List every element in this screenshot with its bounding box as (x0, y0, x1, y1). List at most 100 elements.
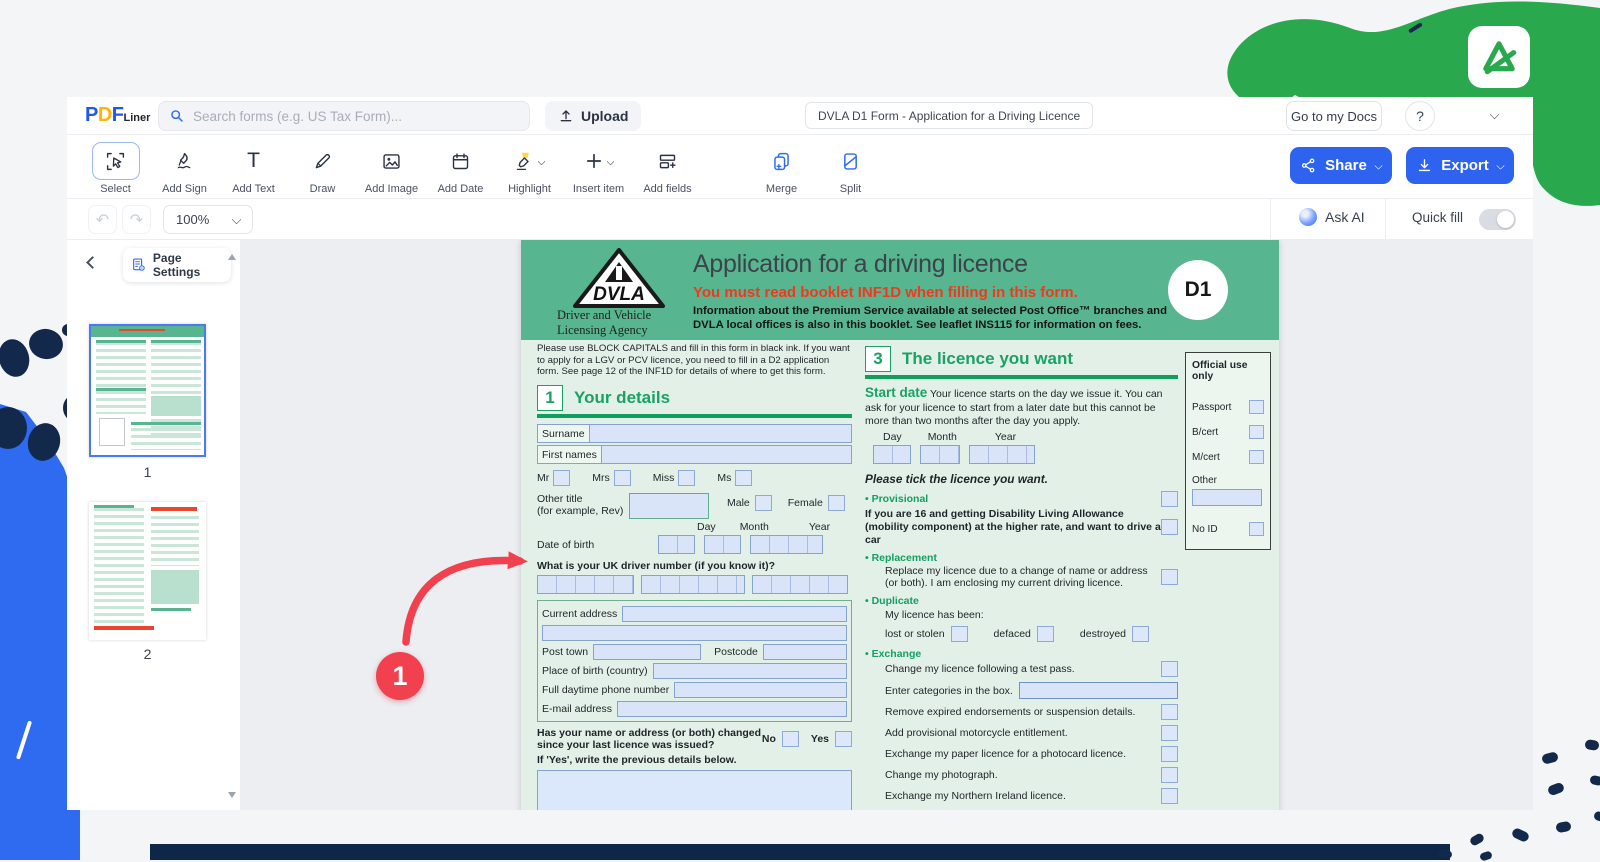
replacement-checkbox[interactable] (1161, 569, 1178, 586)
first-names-input[interactable] (602, 446, 851, 463)
share-button[interactable]: Share (1290, 147, 1392, 184)
place-of-birth-label: Place of birth (country) (542, 665, 648, 678)
exchange-paper-checkbox[interactable] (1161, 746, 1178, 763)
ask-ai-button[interactable]: Ask AI (1299, 208, 1365, 226)
postcode-input[interactable] (762, 644, 847, 661)
start-day-input[interactable] (873, 445, 911, 465)
exchange-test-pass-checkbox[interactable] (1161, 661, 1178, 678)
document-canvas: DVLA Driver and Vehicle Licensing Agency… (240, 240, 1533, 810)
email-input[interactable] (617, 701, 847, 718)
dob-month-input[interactable] (704, 535, 742, 555)
driver-number-input-1[interactable] (537, 575, 634, 595)
male-checkbox[interactable] (754, 495, 772, 512)
female-checkbox[interactable] (827, 495, 845, 512)
start-year-input[interactable] (969, 445, 1035, 465)
phone-row: Full daytime phone number (542, 682, 847, 699)
tool-draw[interactable]: Draw (288, 142, 357, 198)
surname-input[interactable] (590, 425, 851, 442)
title-miss-checkbox[interactable] (678, 470, 696, 487)
collapse-sidebar-icon[interactable] (86, 256, 99, 269)
tool-split[interactable]: Split (816, 142, 885, 198)
pdfliner-app-logo-badge (1468, 26, 1530, 88)
tool-insert-item[interactable]: Insert item (564, 142, 633, 198)
changed-yes-checkbox[interactable] (835, 731, 852, 748)
start-month-input[interactable] (920, 445, 960, 465)
previous-details-textarea[interactable] (537, 770, 852, 810)
page-thumbnail-1[interactable] (89, 324, 206, 457)
driver-number-input-2[interactable] (641, 575, 745, 595)
scroll-up-icon[interactable] (228, 254, 236, 260)
export-label: Export (1441, 157, 1489, 174)
quick-fill-toggle[interactable] (1479, 209, 1516, 230)
zoom-select[interactable]: 100% (163, 205, 253, 234)
dob-day-input[interactable] (658, 535, 696, 555)
scroll-down-icon[interactable] (228, 792, 236, 798)
post-town-input[interactable] (593, 644, 702, 661)
email-label: E-mail address (542, 703, 613, 716)
chevron-down-icon[interactable] (1489, 109, 1500, 120)
sub-toolbar: ↶ ↷ 100% Ask AI Quick fill (67, 199, 1533, 240)
driver-number-input-3[interactable] (752, 575, 848, 595)
go-to-my-docs-button[interactable]: Go to my Docs (1286, 101, 1382, 131)
tool-highlight[interactable]: Highlight (495, 142, 564, 198)
export-button[interactable]: Export (1406, 147, 1514, 184)
document-title[interactable]: DVLA D1 Form - Application for a Driving… (805, 102, 1094, 129)
title-ms-label: Ms (717, 472, 732, 485)
undo-button[interactable]: ↶ (88, 205, 117, 234)
upload-button[interactable]: Upload (545, 101, 642, 131)
current-address-input[interactable] (622, 606, 847, 623)
tool-add-text[interactable]: T Add Text (219, 142, 288, 198)
tool-select[interactable]: Select (81, 142, 150, 198)
tool-add-fields[interactable]: Add fields (633, 142, 702, 198)
tool-add-date[interactable]: Add Date (426, 142, 495, 198)
toolbar: Select Add Sign T Add Text Draw Add Imag… (67, 135, 1533, 199)
categories-input[interactable] (1018, 682, 1178, 700)
search-input[interactable]: Search forms (e.g. US Tax Form)... (158, 101, 530, 131)
provisional-checkbox[interactable] (1161, 491, 1178, 508)
redo-button[interactable]: ↷ (122, 205, 151, 234)
enter-categories-row: Enter categories in the box. (865, 682, 1178, 700)
duplicate-options: lost or stolen defaced destroyed (865, 626, 1178, 643)
exchange-ni-checkbox[interactable] (1161, 788, 1178, 805)
tool-merge[interactable]: Merge (747, 142, 816, 198)
noid-checkbox[interactable] (1249, 522, 1264, 536)
official-mcert-row: M/cert (1192, 450, 1264, 464)
form-header: DVLA Driver and Vehicle Licensing Agency… (521, 240, 1279, 340)
bcert-checkbox[interactable] (1249, 425, 1264, 439)
changed-no-checkbox[interactable] (781, 731, 799, 748)
title-ms-checkbox[interactable] (735, 470, 753, 487)
form-intro: Please use BLOCK CAPITALS and fill in th… (537, 343, 850, 378)
other-title-input[interactable] (629, 493, 709, 520)
phone-label: Full daytime phone number (542, 684, 670, 697)
official-title: Official use only (1192, 360, 1248, 382)
defaced-checkbox[interactable] (1036, 626, 1054, 643)
tool-add-sign[interactable]: Add Sign (150, 142, 219, 198)
page-thumbnail-2[interactable] (89, 502, 206, 640)
email-row: E-mail address (542, 701, 847, 718)
tool-add-image[interactable]: Add Image (357, 142, 426, 198)
month-label: Month (739, 521, 769, 534)
add-motorcycle-checkbox[interactable] (1161, 725, 1178, 742)
current-address-input-2[interactable] (542, 625, 847, 642)
page-settings-button[interactable]: Page Settings (123, 248, 231, 282)
place-of-birth-input[interactable] (652, 663, 847, 680)
remove-endorsements-checkbox[interactable] (1161, 704, 1178, 721)
passport-checkbox[interactable] (1249, 400, 1264, 414)
mcert-checkbox[interactable] (1249, 450, 1264, 464)
dob-year-input[interactable] (750, 535, 824, 555)
chevron-down-icon (1374, 161, 1383, 170)
title-mrs-checkbox[interactable] (613, 470, 631, 487)
change-photo-checkbox[interactable] (1161, 767, 1178, 784)
help-button[interactable]: ? (1405, 101, 1435, 131)
destroyed-checkbox[interactable] (1132, 626, 1150, 643)
official-other-input[interactable] (1192, 489, 1262, 506)
signature-icon (177, 152, 191, 168)
if-yes-note: If 'Yes', write the previous details bel… (537, 754, 737, 767)
replacement-text: Replace my licence due to a change of na… (885, 564, 1148, 590)
address-group: Current address Post town Postcode Place… (537, 600, 852, 723)
title-mr-checkbox[interactable] (553, 470, 571, 487)
pdfliner-logo[interactable]: PDFLiner (85, 104, 150, 127)
phone-input[interactable] (674, 682, 847, 699)
provisional-dla-checkbox[interactable] (1161, 519, 1178, 536)
lost-checkbox[interactable] (950, 626, 968, 643)
